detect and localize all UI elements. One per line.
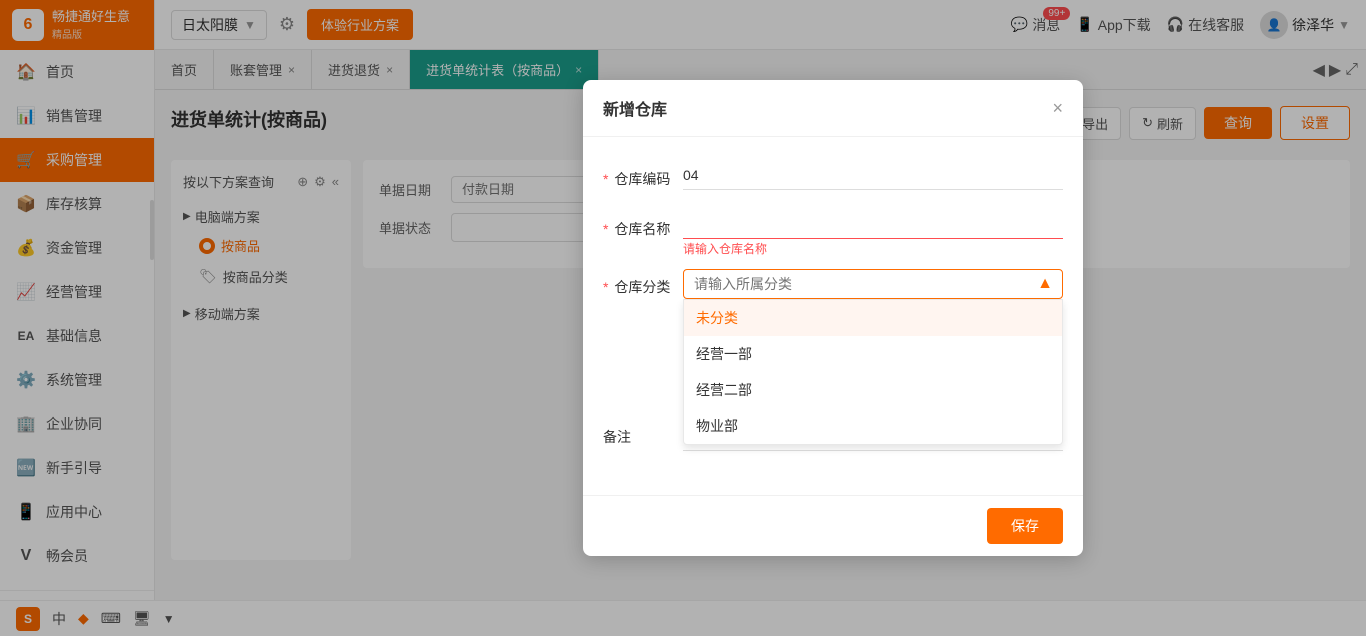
dropdown-item-dept2[interactable]: 经营二部 [684,372,1062,408]
add-warehouse-dialog: 新增仓库 × * 仓库编码 * 仓库名称 请输入仓库名称 * [583,80,1083,556]
form-row-name: * 仓库名称 请输入仓库名称 [603,210,1063,239]
form-row-category: * 仓库分类 ▲ 未分类 经营一部 经营二部 物业部 [603,269,1063,299]
code-label: * 仓库编码 [603,161,683,189]
dropdown-item-dept1[interactable]: 经营一部 [684,336,1062,372]
dropdown-item-uncategorized[interactable]: 未分类 [684,300,1062,336]
dialog-footer: 保存 [583,495,1083,556]
category-input[interactable] [683,269,1063,299]
category-select-wrap: ▲ [683,269,1063,299]
form-row-code: * 仓库编码 [603,161,1063,190]
name-label: * 仓库名称 [603,211,683,239]
save-button[interactable]: 保存 [987,508,1063,544]
dialog-header: 新增仓库 × [583,80,1083,137]
name-input[interactable] [683,210,1063,239]
close-button[interactable]: × [1052,98,1063,119]
name-error-msg: 请输入仓库名称 [683,240,767,257]
dialog-title: 新增仓库 [603,96,667,120]
category-label: * 仓库分类 [603,269,683,297]
category-dropdown: 未分类 经营一部 经营二部 物业部 [683,299,1063,445]
remark-label: 备注 [603,419,683,447]
dropdown-item-dept3[interactable]: 物业部 [684,408,1062,444]
dialog-body: * 仓库编码 * 仓库名称 请输入仓库名称 * 仓库分类 [583,137,1083,495]
code-input[interactable] [683,161,1063,190]
